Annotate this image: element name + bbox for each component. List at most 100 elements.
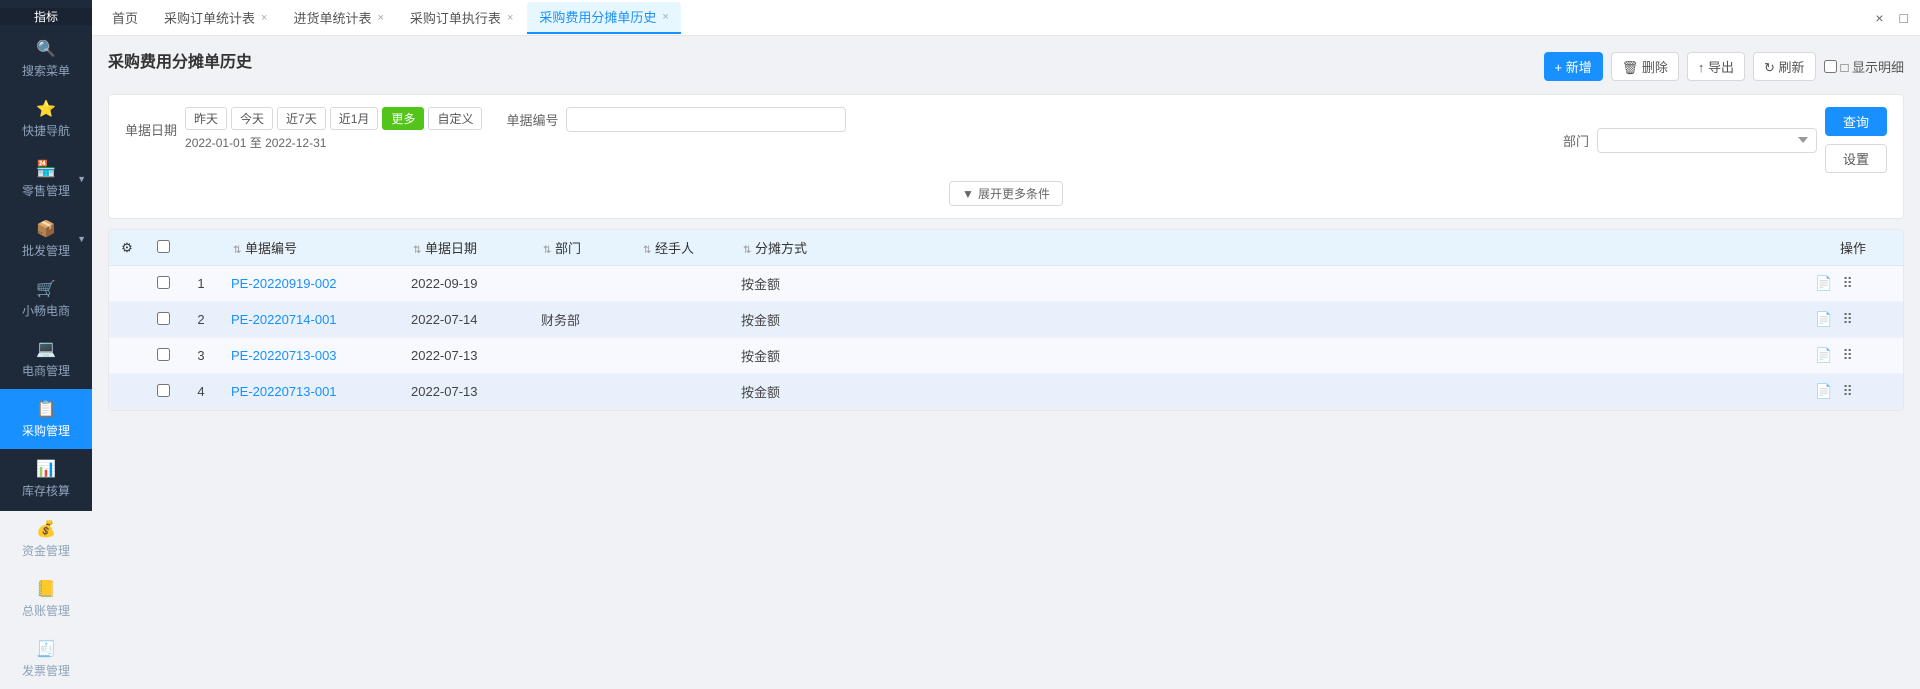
tab-purchase-order-exec[interactable]: 采购订单执行表 × xyxy=(398,2,525,34)
row-checkbox-1[interactable] xyxy=(157,312,170,325)
th-check[interactable] xyxy=(145,230,181,266)
expand-conditions-button[interactable]: ▼ 展开更多条件 xyxy=(949,181,1063,206)
row-checkbox-0[interactable] xyxy=(157,276,170,289)
sidebar-item-mini-shop[interactable]: 🛒 小畅电商 xyxy=(0,269,92,329)
sidebar-item-retail[interactable]: 🏪 零售管理 ▼ xyxy=(0,149,92,209)
view-icon-2[interactable]: 📄 xyxy=(1813,345,1834,366)
sidebar-item-label: 总账管理 xyxy=(22,602,70,619)
show-cols-checkbox[interactable] xyxy=(1824,60,1837,73)
more-icon-2[interactable]: ⠿ xyxy=(1840,345,1854,366)
export-button[interactable]: ↑ 导出 xyxy=(1687,52,1745,81)
delete-button[interactable]: 🗑 删除 xyxy=(1611,52,1679,81)
show-cols-label: □ 显示明细 xyxy=(1841,57,1904,76)
close-icon[interactable]: × xyxy=(261,12,267,24)
select-all-checkbox[interactable] xyxy=(157,240,170,253)
td-check-2[interactable] xyxy=(145,338,181,374)
doc-no-input[interactable] xyxy=(566,107,846,132)
td-handler-1 xyxy=(631,302,731,338)
date-btn-today[interactable]: 今天 xyxy=(231,107,273,130)
row-checkbox-2[interactable] xyxy=(157,348,170,361)
th-settings[interactable]: ⚙ xyxy=(109,230,145,266)
expand-row: ▼ 展开更多条件 xyxy=(125,181,1887,206)
sidebar-item-inventory[interactable]: 📊 库存核算 xyxy=(0,449,92,509)
td-handler-3 xyxy=(631,374,731,410)
th-split-method[interactable]: ⇅ 分摊方式 xyxy=(731,230,1803,266)
refresh-button[interactable]: ↻ 刷新 xyxy=(1753,52,1816,81)
date-btn-more[interactable]: 更多 xyxy=(382,107,424,130)
tab-goods-in-stats[interactable]: 进货单统计表 × xyxy=(281,2,395,34)
date-btn-yesterday[interactable]: 昨天 xyxy=(185,107,227,130)
more-icon-1[interactable]: ⠿ xyxy=(1840,309,1854,330)
sidebar-item-ledger[interactable]: 📒 总账管理 xyxy=(0,569,92,629)
td-doc-no-3[interactable]: PE-20220713-001 xyxy=(221,374,401,410)
sidebar-logo: 指标 xyxy=(0,8,92,25)
row-checkbox-3[interactable] xyxy=(157,384,170,397)
settings-button[interactable]: 设置 xyxy=(1825,144,1887,173)
more-icon-3[interactable]: ⠿ xyxy=(1840,381,1854,402)
td-method-0: 按金额 xyxy=(731,266,1803,302)
sidebar-item-purchase[interactable]: 📋 采购管理 xyxy=(0,389,92,449)
sidebar-item-label: 批发管理 xyxy=(22,242,70,259)
th-handler[interactable]: ⇅ 经手人 xyxy=(631,230,731,266)
doc-no-link-3[interactable]: PE-20220713-001 xyxy=(231,384,337,399)
close-icon[interactable]: × xyxy=(507,12,513,24)
tab-home[interactable]: 首页 xyxy=(100,2,150,34)
td-action-1: 📄 ⠿ xyxy=(1803,302,1903,338)
th-doc-no[interactable]: ⇅ 单据编号 xyxy=(221,230,401,266)
date-btn-7days[interactable]: 近7天 xyxy=(277,107,326,130)
shop-icon: 🛒 xyxy=(36,279,56,299)
maximize-button[interactable]: □ xyxy=(1896,6,1912,30)
tab-purchase-order-exec-label: 采购订单执行表 xyxy=(410,8,501,27)
sidebar-item-label: 采购管理 xyxy=(22,422,70,439)
sidebar-item-label: 电商管理 xyxy=(22,362,70,379)
view-icon-0[interactable]: 📄 xyxy=(1813,273,1834,294)
th-doc-date[interactable]: ⇅ 单据日期 xyxy=(401,230,531,266)
sidebar-item-ecommerce[interactable]: 💻 电商管理 xyxy=(0,329,92,389)
sort-icon: ⇅ xyxy=(643,245,651,256)
td-method-2: 按金额 xyxy=(731,338,1803,374)
sidebar-item-wholesale[interactable]: 📦 批发管理 ▼ xyxy=(0,209,92,269)
filter-area: 单据日期 昨天 今天 近7天 近1月 更多 自定义 2022-01-01 至 2… xyxy=(108,94,1904,219)
date-range-display: 2022-01-01 至 2022-12-31 xyxy=(185,134,482,151)
sidebar-item-invoice[interactable]: 🧾 发票管理 xyxy=(0,629,92,689)
td-dept-0 xyxy=(531,266,631,302)
close-icon[interactable]: × xyxy=(662,11,668,23)
tab-purchase-cost-history[interactable]: 采购费用分摊单历史 × xyxy=(527,2,680,34)
date-btn-custom[interactable]: 自定义 xyxy=(428,107,482,130)
tab-purchase-order-stats-label: 采购订单统计表 xyxy=(164,8,255,27)
td-action-0: 📄 ⠿ xyxy=(1803,266,1903,302)
purchase-icon: 📋 xyxy=(36,399,56,419)
minimize-button[interactable]: × xyxy=(1871,6,1887,30)
dept-select[interactable]: 财务部 xyxy=(1597,128,1817,153)
td-check-0[interactable] xyxy=(145,266,181,302)
td-doc-no-0[interactable]: PE-20220919-002 xyxy=(221,266,401,302)
td-no-1: 2 xyxy=(181,302,221,338)
doc-no-link-2[interactable]: PE-20220713-003 xyxy=(231,348,337,363)
th-dept[interactable]: ⇅ 部门 xyxy=(531,230,631,266)
td-check-1[interactable] xyxy=(145,302,181,338)
right-buttons: 查询 设置 xyxy=(1825,107,1887,173)
tab-purchase-order-stats[interactable]: 采购订单统计表 × xyxy=(152,2,279,34)
sidebar-item-search[interactable]: 🔍 搜索菜单 xyxy=(0,29,92,89)
doc-no-link-0[interactable]: PE-20220919-002 xyxy=(231,276,337,291)
doc-no-link-1[interactable]: PE-20220714-001 xyxy=(231,312,337,327)
view-icon-3[interactable]: 📄 xyxy=(1813,381,1834,402)
query-button[interactable]: 查询 xyxy=(1825,107,1887,136)
add-button[interactable]: + 新增 xyxy=(1544,52,1603,81)
sidebar-item-finance[interactable]: 💰 资金管理 xyxy=(0,509,92,569)
td-date-1: 2022-07-14 xyxy=(401,302,531,338)
sidebar-item-quick-nav[interactable]: ⭐ 快捷导航 xyxy=(0,89,92,149)
view-icon-1[interactable]: 📄 xyxy=(1813,309,1834,330)
more-icon-0[interactable]: ⠿ xyxy=(1840,273,1854,294)
th-action: 操作 xyxy=(1803,230,1903,266)
date-btn-1month[interactable]: 近1月 xyxy=(330,107,379,130)
show-cols-toggle[interactable]: □ 显示明细 xyxy=(1824,57,1904,76)
table-row: 1 PE-20220919-002 2022-09-19 按金额 📄 ⠿ xyxy=(109,266,1903,302)
ecommerce-icon: 💻 xyxy=(36,339,56,359)
td-doc-no-1[interactable]: PE-20220714-001 xyxy=(221,302,401,338)
td-doc-no-2[interactable]: PE-20220713-003 xyxy=(221,338,401,374)
sidebar-item-label: 零售管理 xyxy=(22,182,70,199)
td-check-3[interactable] xyxy=(145,374,181,410)
star-icon: ⭐ xyxy=(36,99,56,119)
close-icon[interactable]: × xyxy=(377,12,383,24)
